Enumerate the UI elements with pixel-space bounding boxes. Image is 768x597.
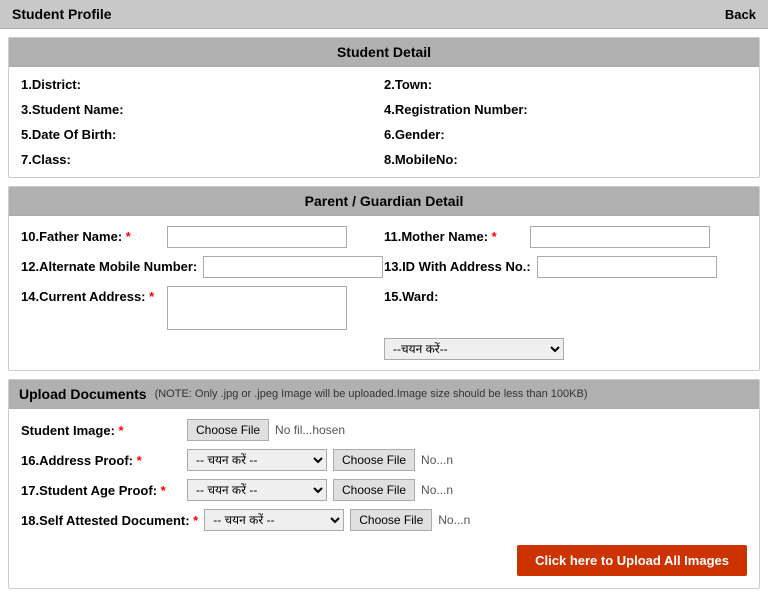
address-proof-file-status: No...n [421,453,453,467]
mother-name-input[interactable] [530,226,710,248]
student-detail-header: Student Detail [9,38,759,67]
id-address-input[interactable] [537,256,717,278]
current-address-row: 14.Current Address: * [21,286,384,330]
father-name-row: 10.Father Name: * [21,226,384,248]
id-address-label: 13.ID With Address No.: [384,256,531,274]
upload-action-row: Click here to Upload All Images [21,539,747,578]
mother-name-label: 11.Mother Name: * [384,226,524,244]
page-header: Student Profile Back [0,0,768,29]
id-address-row: 13.ID With Address No.: [384,256,747,278]
address-proof-select[interactable]: -- चयन करें -- [187,449,327,471]
back-button[interactable]: Back [725,7,756,22]
mobile-label: 8.MobileNo: [384,152,458,167]
upload-section: Upload Documents (NOTE: Only .jpg or .jp… [8,379,760,589]
self-attested-choose-button[interactable]: Choose File [350,509,432,531]
upload-all-button[interactable]: Click here to Upload All Images [517,545,747,576]
age-proof-file-status: No...n [421,483,453,497]
ward-select[interactable]: --चयन करें-- [384,338,564,360]
age-proof-select[interactable]: -- चयन करें -- [187,479,327,501]
registration-field: 4.Registration Number: [384,100,747,119]
gender-field: 6.Gender: [384,125,747,144]
upload-note: (NOTE: Only .jpg or .jpeg Image will be … [155,388,588,400]
address-proof-choose-button[interactable]: Choose File [333,449,415,471]
age-proof-label: 17.Student Age Proof: * [21,483,181,498]
alt-mobile-input[interactable] [203,256,383,278]
parent-detail-header: Parent / Guardian Detail [9,187,759,216]
gender-label: 6.Gender: [384,127,445,142]
parent-form: 10.Father Name: * 11.Mother Name: * 12.A… [9,216,759,370]
age-proof-choose-button[interactable]: Choose File [333,479,415,501]
student-detail-section: Student Detail 1.District: 2.Town: 3.Stu… [8,37,760,178]
father-name-input[interactable] [167,226,347,248]
student-image-file-status: No fil...hosen [275,423,345,437]
ward-row: 15.Ward: --चयन करें-- [384,286,747,360]
current-address-label: 14.Current Address: * [21,286,161,304]
dob-label: 5.Date Of Birth: [21,127,116,142]
registration-label: 4.Registration Number: [384,102,528,117]
student-name-field: 3.Student Name: [21,100,384,119]
father-name-label: 10.Father Name: * [21,226,161,244]
alt-mobile-label: 12.Alternate Mobile Number: [21,256,197,274]
town-field: 2.Town: [384,75,747,94]
district-label: 1.District: [21,77,81,92]
address-proof-row: 16.Address Proof: * -- चयन करें -- Choos… [21,449,747,471]
student-image-label: Student Image: * [21,423,181,438]
student-name-label: 3.Student Name: [21,102,124,117]
class-label: 7.Class: [21,152,71,167]
upload-body: Student Image: * Choose File No fil...ho… [9,409,759,588]
current-address-input[interactable] [167,286,347,330]
ward-label: 15.Ward: [384,286,524,304]
upload-section-header: Upload Documents (NOTE: Only .jpg or .jp… [9,380,759,409]
parent-detail-section: Parent / Guardian Detail 10.Father Name:… [8,186,760,371]
town-label: 2.Town: [384,77,432,92]
mother-name-row: 11.Mother Name: * [384,226,747,248]
address-proof-label: 16.Address Proof: * [21,453,181,468]
upload-title: Upload Documents [19,386,147,402]
self-attested-row: 18.Self Attested Document: * -- चयन करें… [21,509,747,531]
self-attested-select[interactable]: -- चयन करें -- [204,509,344,531]
self-attested-label: 18.Self Attested Document: * [21,513,198,528]
student-image-choose-button[interactable]: Choose File [187,419,269,441]
alt-mobile-row: 12.Alternate Mobile Number: [21,256,384,278]
student-detail-grid: 1.District: 2.Town: 3.Student Name: 4.Re… [9,67,759,177]
age-proof-row: 17.Student Age Proof: * -- चयन करें -- C… [21,479,747,501]
page-title: Student Profile [12,6,112,22]
mobile-field: 8.MobileNo: [384,150,747,169]
student-image-row: Student Image: * Choose File No fil...ho… [21,419,747,441]
class-field: 7.Class: [21,150,384,169]
district-field: 1.District: [21,75,384,94]
self-attested-file-status: No...n [438,513,470,527]
dob-field: 5.Date Of Birth: [21,125,384,144]
